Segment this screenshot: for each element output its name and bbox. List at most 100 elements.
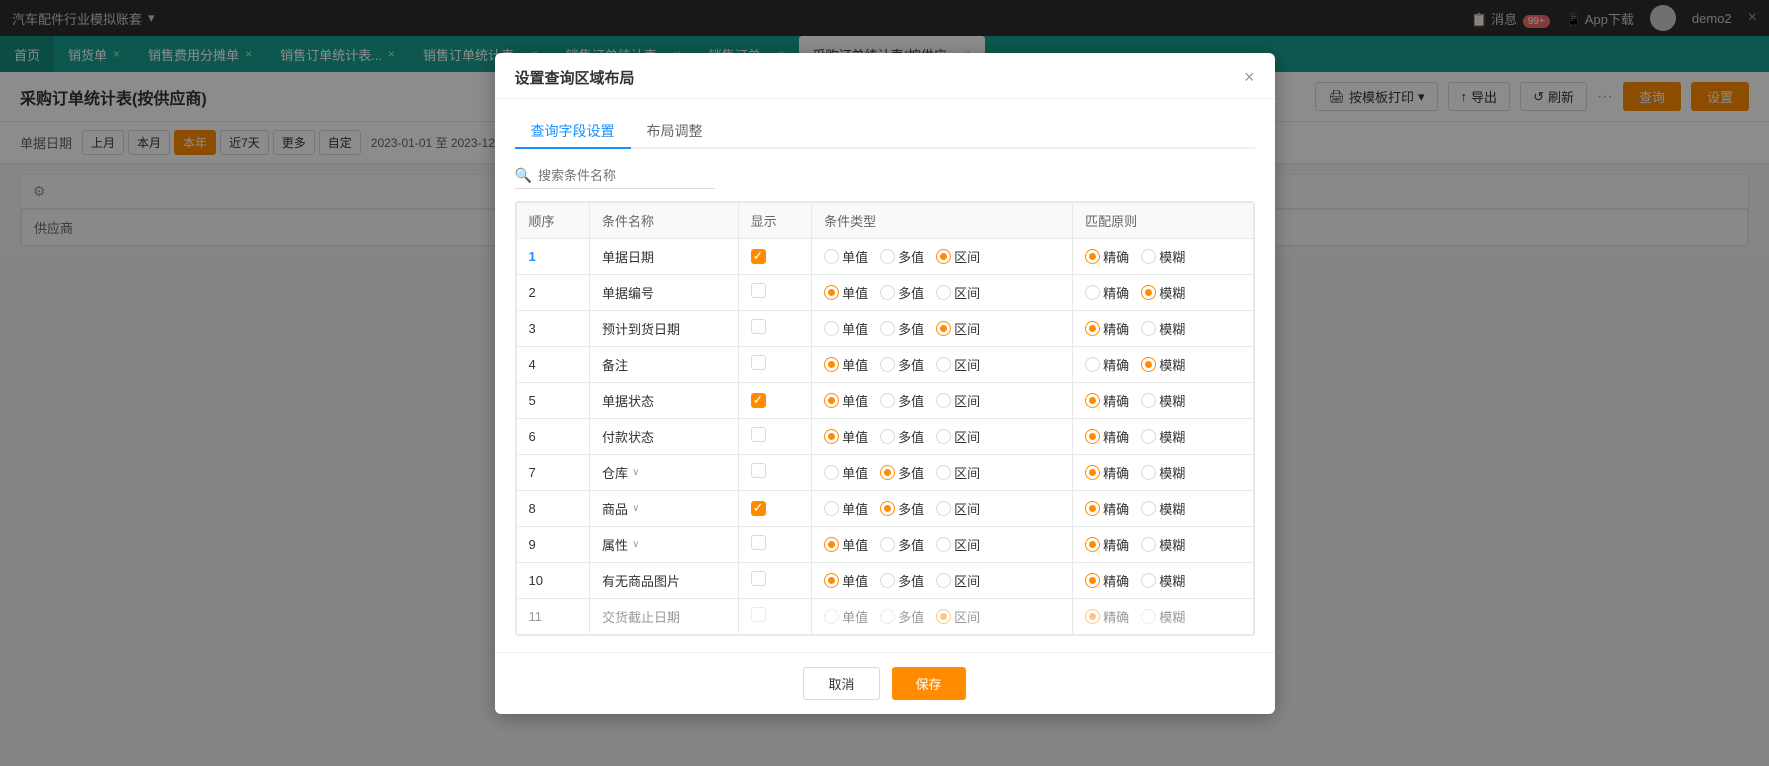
radio-indicator[interactable] bbox=[1141, 609, 1156, 624]
match-option-模糊[interactable]: 模糊 bbox=[1141, 355, 1185, 374]
radio-indicator[interactable] bbox=[1085, 393, 1100, 408]
radio-indicator[interactable] bbox=[880, 609, 895, 624]
match-option-模糊[interactable]: 模糊 bbox=[1141, 571, 1185, 590]
match-option-模糊[interactable]: 模糊 bbox=[1141, 499, 1185, 518]
type-option-单值[interactable]: 单值 bbox=[824, 319, 868, 338]
match-option-精确[interactable]: 精确 bbox=[1085, 283, 1129, 302]
tab-field-settings[interactable]: 查询字段设置 bbox=[515, 115, 631, 149]
type-option-区间[interactable]: 区间 bbox=[936, 427, 980, 446]
radio-indicator[interactable] bbox=[880, 429, 895, 444]
type-option-多值[interactable]: 多值 bbox=[880, 247, 924, 266]
match-option-精确[interactable]: 精确 bbox=[1085, 535, 1129, 554]
type-option-单值[interactable]: 单值 bbox=[824, 247, 868, 266]
type-option-单值[interactable]: 单值 bbox=[824, 391, 868, 410]
match-option-精确[interactable]: 精确 bbox=[1085, 355, 1129, 374]
radio-indicator[interactable] bbox=[880, 357, 895, 372]
match-option-精确[interactable]: 精确 bbox=[1085, 247, 1129, 266]
radio-indicator[interactable] bbox=[1141, 465, 1156, 480]
display-checkbox[interactable] bbox=[751, 571, 766, 586]
radio-indicator[interactable] bbox=[936, 537, 951, 552]
radio-indicator[interactable] bbox=[936, 321, 951, 336]
type-option-单值[interactable]: 单值 bbox=[824, 571, 868, 590]
radio-indicator[interactable] bbox=[1141, 285, 1156, 300]
radio-indicator[interactable] bbox=[1141, 573, 1156, 588]
radio-indicator[interactable] bbox=[1085, 609, 1100, 624]
match-option-模糊[interactable]: 模糊 bbox=[1141, 283, 1185, 302]
radio-indicator[interactable] bbox=[936, 465, 951, 480]
display-checkbox[interactable] bbox=[751, 607, 766, 622]
radio-indicator[interactable] bbox=[1141, 321, 1156, 336]
type-option-多值[interactable]: 多值 bbox=[880, 427, 924, 446]
match-option-精确[interactable]: 精确 bbox=[1085, 571, 1129, 590]
radio-indicator[interactable] bbox=[936, 573, 951, 588]
radio-indicator[interactable] bbox=[880, 249, 895, 264]
radio-indicator[interactable] bbox=[824, 465, 839, 480]
radio-indicator[interactable] bbox=[880, 465, 895, 480]
type-option-单值[interactable]: 单值 bbox=[824, 283, 868, 302]
match-option-精确[interactable]: 精确 bbox=[1085, 607, 1129, 626]
match-option-模糊[interactable]: 模糊 bbox=[1141, 247, 1185, 266]
match-option-模糊[interactable]: 模糊 bbox=[1141, 535, 1185, 554]
radio-indicator[interactable] bbox=[1141, 249, 1156, 264]
radio-indicator[interactable] bbox=[936, 285, 951, 300]
dropdown-arrow-icon[interactable]: ∨ bbox=[632, 539, 639, 550]
radio-indicator[interactable] bbox=[936, 609, 951, 624]
type-option-多值[interactable]: 多值 bbox=[880, 607, 924, 626]
type-option-多值[interactable]: 多值 bbox=[880, 535, 924, 554]
radio-indicator[interactable] bbox=[1085, 573, 1100, 588]
radio-indicator[interactable] bbox=[1085, 537, 1100, 552]
type-option-单值[interactable]: 单值 bbox=[824, 355, 868, 374]
match-option-模糊[interactable]: 模糊 bbox=[1141, 463, 1185, 482]
type-option-区间[interactable]: 区间 bbox=[936, 247, 980, 266]
radio-indicator[interactable] bbox=[880, 573, 895, 588]
type-option-单值[interactable]: 单值 bbox=[824, 499, 868, 518]
radio-indicator[interactable] bbox=[1085, 357, 1100, 372]
display-checkbox[interactable] bbox=[751, 283, 766, 298]
search-input[interactable] bbox=[538, 168, 708, 183]
type-option-区间[interactable]: 区间 bbox=[936, 607, 980, 626]
match-option-模糊[interactable]: 模糊 bbox=[1141, 427, 1185, 446]
type-option-多值[interactable]: 多值 bbox=[880, 391, 924, 410]
radio-indicator[interactable] bbox=[824, 357, 839, 372]
type-option-多值[interactable]: 多值 bbox=[880, 283, 924, 302]
display-checkbox[interactable] bbox=[751, 355, 766, 370]
type-option-单值[interactable]: 单值 bbox=[824, 535, 868, 554]
radio-indicator[interactable] bbox=[1085, 429, 1100, 444]
display-checkbox[interactable] bbox=[751, 535, 766, 550]
radio-indicator[interactable] bbox=[824, 321, 839, 336]
radio-indicator[interactable] bbox=[1085, 285, 1100, 300]
type-option-区间[interactable]: 区间 bbox=[936, 535, 980, 554]
type-option-区间[interactable]: 区间 bbox=[936, 355, 980, 374]
type-option-单值[interactable]: 单值 bbox=[824, 607, 868, 626]
type-option-区间[interactable]: 区间 bbox=[936, 283, 980, 302]
radio-indicator[interactable] bbox=[1141, 537, 1156, 552]
radio-indicator[interactable] bbox=[1085, 501, 1100, 516]
radio-indicator[interactable] bbox=[1141, 393, 1156, 408]
radio-indicator[interactable] bbox=[1141, 357, 1156, 372]
type-option-区间[interactable]: 区间 bbox=[936, 499, 980, 518]
match-option-精确[interactable]: 精确 bbox=[1085, 391, 1129, 410]
type-option-多值[interactable]: 多值 bbox=[880, 499, 924, 518]
type-option-多值[interactable]: 多值 bbox=[880, 463, 924, 482]
dropdown-arrow-icon[interactable]: ∨ bbox=[632, 467, 639, 478]
radio-indicator[interactable] bbox=[880, 501, 895, 516]
match-option-精确[interactable]: 精确 bbox=[1085, 319, 1129, 338]
radio-indicator[interactable] bbox=[1141, 429, 1156, 444]
save-button[interactable]: 保存 bbox=[892, 667, 966, 700]
match-option-模糊[interactable]: 模糊 bbox=[1141, 319, 1185, 338]
radio-indicator[interactable] bbox=[1085, 321, 1100, 336]
radio-indicator[interactable] bbox=[824, 285, 839, 300]
radio-indicator[interactable] bbox=[1141, 501, 1156, 516]
radio-indicator[interactable] bbox=[936, 357, 951, 372]
radio-indicator[interactable] bbox=[824, 429, 839, 444]
radio-indicator[interactable] bbox=[1085, 465, 1100, 480]
display-checkbox[interactable]: ✓ bbox=[751, 393, 766, 408]
display-checkbox[interactable] bbox=[751, 463, 766, 478]
radio-indicator[interactable] bbox=[824, 609, 839, 624]
radio-indicator[interactable] bbox=[880, 537, 895, 552]
match-option-精确[interactable]: 精确 bbox=[1085, 499, 1129, 518]
display-checkbox[interactable] bbox=[751, 319, 766, 334]
type-option-单值[interactable]: 单值 bbox=[824, 463, 868, 482]
type-option-区间[interactable]: 区间 bbox=[936, 319, 980, 338]
radio-indicator[interactable] bbox=[880, 321, 895, 336]
